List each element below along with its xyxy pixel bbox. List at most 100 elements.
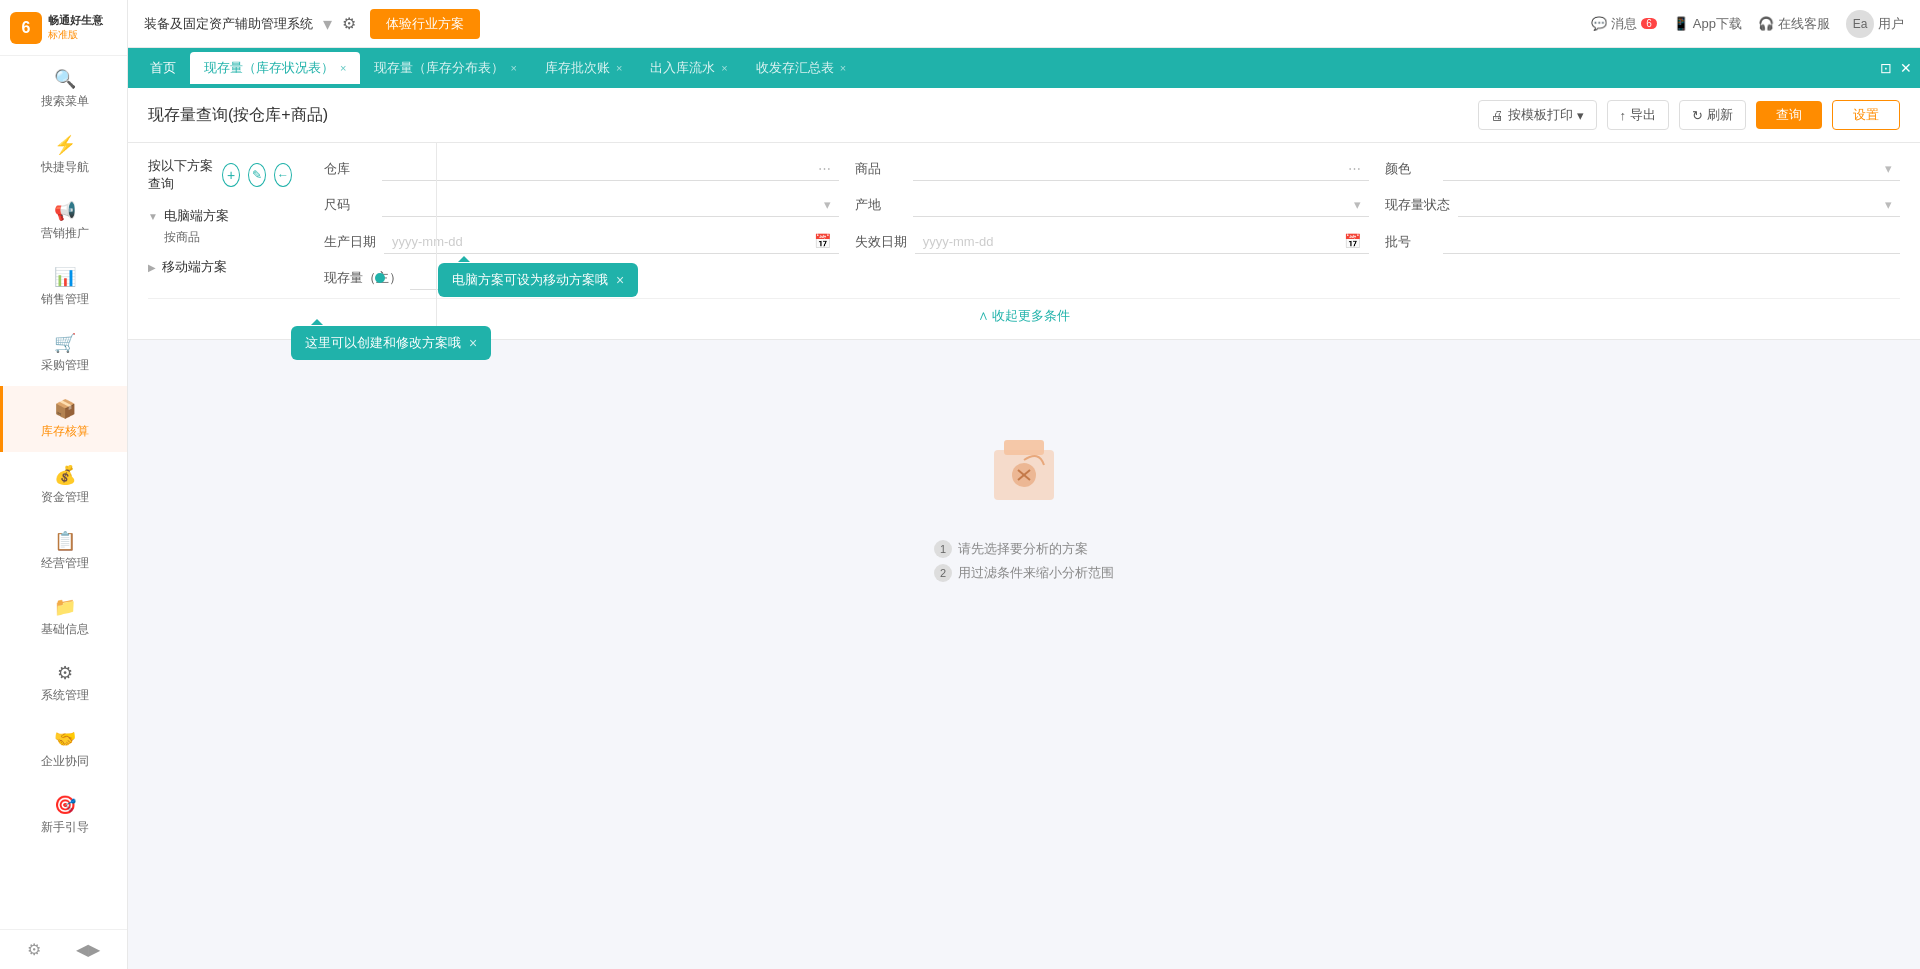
topbar: 装备及固定资产辅助管理系统 ▾ ⚙ 体验行业方案 💬 消息 6 📱 App下载 … (128, 0, 1920, 48)
collapse-btn[interactable]: ∧ 收起更多条件 (978, 308, 1071, 323)
calendar-icon-expiry[interactable]: 📅 (1344, 233, 1361, 249)
expiry-date-group: 失效日期 yyyy-mm-dd 📅 (855, 229, 1370, 254)
target-icon: 🎯 (54, 794, 76, 816)
message-icon: 💬 (1591, 16, 1607, 31)
dropdown-arrow-icon[interactable]: ▾ (323, 13, 332, 35)
tooltip1-close[interactable]: × (616, 272, 624, 288)
print-dropdown-icon: ▾ (1577, 108, 1584, 123)
collapse-sidebar-icon[interactable]: ◀▶ (76, 940, 100, 959)
gear-icon: ⚙ (57, 662, 73, 684)
handshake-icon: 🤝 (54, 728, 76, 750)
filter-area: 电脑方案可设为移动方案哦 × 这里可以创建和修改方案哦 × 按以下方案查询 + … (128, 143, 1920, 340)
sidebar-item-quicknav[interactable]: ⚡ 快捷导航 (0, 122, 127, 188)
production-date-input[interactable]: yyyy-mm-dd 📅 (384, 229, 839, 254)
logo: 6 畅通好生意 标准版 (0, 0, 127, 56)
batch-no-group: 批号 (1385, 230, 1900, 254)
tab-home[interactable]: 首页 (136, 53, 190, 83)
tooltip-desktop-scheme: 电脑方案可设为移动方案哦 × (438, 263, 638, 297)
export-icon: ↑ (1620, 108, 1627, 123)
tabs-close-all-icon[interactable]: ✕ (1900, 60, 1912, 76)
tabs-maximize-icon[interactable]: ⊡ (1880, 60, 1892, 76)
chevron-up-icon: ∧ (978, 308, 989, 323)
sidebar-item-finance[interactable]: 💰 资金管理 (0, 452, 127, 518)
filter-row-1: 仓库 ⋯ 商品 ⋯ (324, 157, 1900, 181)
folder-icon: 📁 (54, 596, 76, 618)
industry-btn[interactable]: 体验行业方案 (370, 9, 480, 39)
sidebar-item-purchase[interactable]: 🛒 采购管理 (0, 320, 127, 386)
tab-close-stock-dist[interactable]: × (510, 62, 516, 74)
logo-text: 畅通好生意 标准版 (48, 13, 103, 42)
tab-summary[interactable]: 收发存汇总表 × (742, 52, 860, 84)
scheme-mobile[interactable]: ▶ 移动端方案 (148, 256, 292, 278)
sidebar-item-cooperation[interactable]: 🤝 企业协同 (0, 716, 127, 782)
scheme-sub-item[interactable]: 按商品 (164, 227, 292, 248)
empty-tips: 1 请先选择要分析的方案 2 用过滤条件来缩小分析范围 (934, 540, 1114, 588)
empty-state: 1 请先选择要分析的方案 2 用过滤条件来缩小分析范围 (128, 340, 1920, 668)
calendar-icon-production[interactable]: 📅 (814, 233, 831, 249)
sidebar-item-inventory[interactable]: 📦 库存核算 (0, 386, 127, 452)
refresh-btn[interactable]: ↻ 刷新 (1679, 100, 1746, 130)
message-item[interactable]: 💬 消息 6 (1591, 15, 1657, 33)
origin-select[interactable]: ▾ (913, 193, 1370, 217)
goods-select[interactable]: ⋯ (913, 157, 1370, 181)
sidebar-item-guide[interactable]: 🎯 新手引导 (0, 782, 127, 848)
scheme-panel: 按以下方案查询 + ✎ ← ▼ 电脑端方案 按商品 (148, 157, 308, 290)
batch-no-input[interactable] (1443, 230, 1900, 254)
sidebar-item-system[interactable]: ⚙ 系统管理 (0, 650, 127, 716)
settings-bottom-icon[interactable]: ⚙ (27, 940, 41, 959)
tab-batch[interactable]: 库存批次账 × (531, 52, 636, 84)
warehouse-group: 仓库 ⋯ (324, 157, 839, 181)
size-select[interactable]: ▾ (382, 193, 839, 217)
tab-close-summary[interactable]: × (840, 62, 846, 74)
stock-status-group: 现存量状态 ▾ (1385, 193, 1900, 217)
user-item[interactable]: Ea 用户 (1846, 10, 1904, 38)
sidebar-item-search[interactable]: 🔍 搜索菜单 (0, 56, 127, 122)
status-chevron-icon: ▾ (1885, 197, 1892, 212)
warehouse-select[interactable]: ⋯ (382, 157, 839, 181)
settings-btn[interactable]: 设置 (1832, 100, 1900, 130)
add-scheme-btn[interactable]: + (222, 163, 240, 187)
topbar-left: 装备及固定资产辅助管理系统 ▾ ⚙ 体验行业方案 (144, 9, 480, 39)
color-group: 颜色 ▾ (1385, 157, 1900, 181)
tab-close-inout[interactable]: × (721, 62, 727, 74)
tab-stock-dist[interactable]: 现存量（库存分布表） × (360, 52, 530, 84)
tab-inout[interactable]: 出入库流水 × (636, 52, 741, 84)
print-icon: 🖨 (1491, 108, 1504, 123)
expiry-date-input[interactable]: yyyy-mm-dd 📅 (915, 229, 1370, 254)
scheme-desktop[interactable]: ▼ 电脑端方案 (148, 205, 292, 227)
color-select[interactable]: ▾ (1443, 157, 1900, 181)
goods-group: 商品 ⋯ (855, 157, 1370, 181)
svg-rect-1 (1004, 440, 1044, 455)
content-area: 现存量查询(按仓库+商品) 🖨 按模板打印 ▾ ↑ 导出 ↻ 刷新 查询 设置 (128, 88, 1920, 969)
online-support-item[interactable]: 🎧 在线客服 (1758, 15, 1830, 33)
app-download-item[interactable]: 📱 App下载 (1673, 15, 1742, 33)
sidebar-item-basic-info[interactable]: 📁 基础信息 (0, 584, 127, 650)
tabs-actions: ⊡ ✕ (1880, 60, 1912, 76)
cart-icon: 🛒 (54, 332, 76, 354)
sidebar-item-operations[interactable]: 📋 经营管理 (0, 518, 127, 584)
topbar-right: 💬 消息 6 📱 App下载 🎧 在线客服 Ea 用户 (1591, 10, 1904, 38)
size-group: 尺码 ▾ (324, 193, 839, 217)
tab-close-batch[interactable]: × (616, 62, 622, 74)
sidebar-bottom: ⚙ ◀▶ (0, 929, 127, 969)
filter-toolbar: 按以下方案查询 + ✎ ← (148, 157, 292, 193)
origin-chevron-icon: ▾ (1354, 197, 1361, 212)
tab-close-stock-status[interactable]: × (340, 62, 346, 74)
color-chevron-icon: ▾ (1885, 161, 1892, 176)
arrow-scheme-btn[interactable]: ← (274, 163, 292, 187)
page-header: 现存量查询(按仓库+商品) 🖨 按模板打印 ▾ ↑ 导出 ↻ 刷新 查询 设置 (128, 88, 1920, 143)
size-chevron-icon: ▾ (824, 197, 831, 212)
print-btn[interactable]: 🖨 按模板打印 ▾ (1478, 100, 1597, 130)
topbar-settings-icon[interactable]: ⚙ (342, 14, 356, 33)
sidebar-item-marketing[interactable]: 📢 营销推广 (0, 188, 127, 254)
dot-connector (375, 273, 385, 283)
vertical-divider (436, 143, 437, 339)
tooltip2-close[interactable]: × (469, 335, 477, 351)
stock-status-select[interactable]: ▾ (1458, 193, 1900, 217)
export-btn[interactable]: ↑ 导出 (1607, 100, 1670, 130)
filter-row-3: 生产日期 yyyy-mm-dd 📅 失效日期 yyyy-mm-dd 📅 (324, 229, 1900, 254)
edit-scheme-btn[interactable]: ✎ (248, 163, 266, 187)
query-btn[interactable]: 查询 (1756, 101, 1822, 129)
sidebar-item-sales[interactable]: 📊 销售管理 (0, 254, 127, 320)
tab-stock-status[interactable]: 现存量（库存状况表） × (190, 52, 360, 84)
